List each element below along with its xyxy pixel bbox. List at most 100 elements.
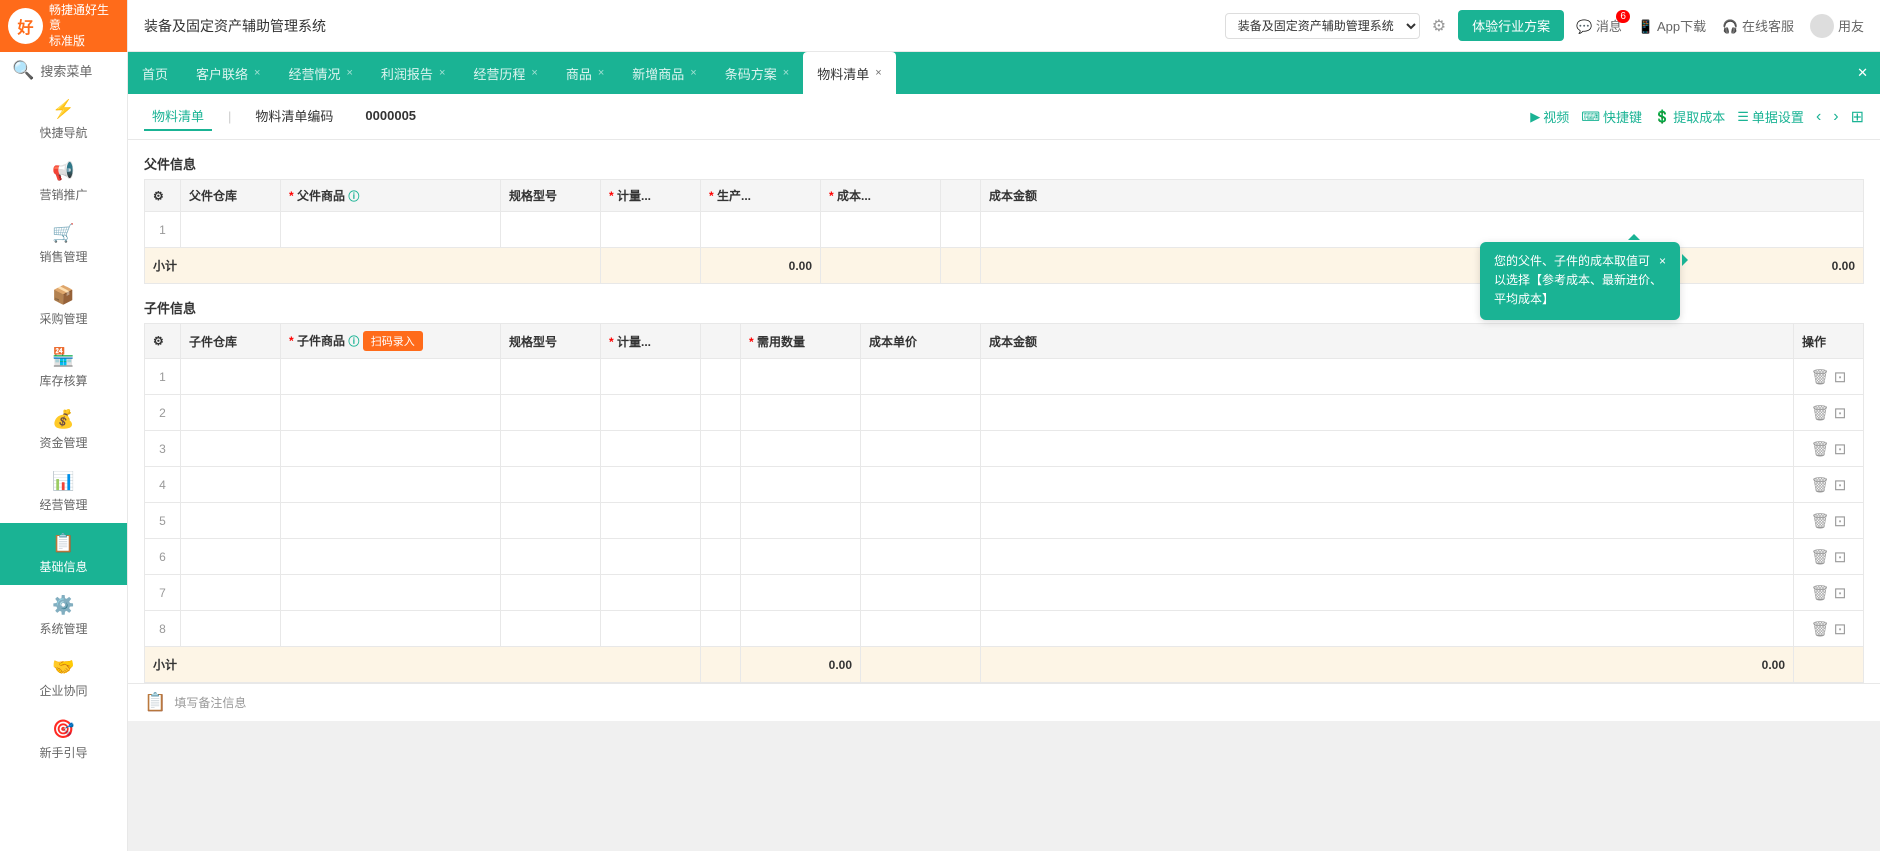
- child-spec-cell[interactable]: [501, 395, 601, 431]
- child-unit-cost-cell[interactable]: [861, 575, 981, 611]
- single-settings-btn[interactable]: ☰ 单据设置: [1737, 107, 1804, 126]
- delete-icon[interactable]: 🗑: [1811, 548, 1830, 566]
- sidebar-item-quick-nav[interactable]: ⚡ 快捷导航: [0, 89, 127, 151]
- child-warehouse-cell[interactable]: [181, 359, 281, 395]
- child-product-cell[interactable]: [281, 467, 501, 503]
- sidebar-item-system[interactable]: ⚙️ 系统管理: [0, 585, 127, 647]
- child-spec-cell[interactable]: [501, 575, 601, 611]
- app-download-btn[interactable]: 📱 App下载: [1638, 16, 1706, 35]
- child-product-cell[interactable]: [281, 611, 501, 647]
- tab-business-history-close[interactable]: ×: [531, 67, 537, 79]
- child-needed-qty-cell[interactable]: [741, 575, 861, 611]
- copy-icon[interactable]: ⊡: [1834, 512, 1847, 530]
- messages-btn[interactable]: 💬 消息 6: [1576, 16, 1622, 35]
- copy-icon[interactable]: ⊡: [1834, 404, 1847, 422]
- child-spec-cell[interactable]: [501, 611, 601, 647]
- sidebar-item-marketing[interactable]: 📢 营销推广: [0, 151, 127, 213]
- child-needed-qty-cell[interactable]: [741, 359, 861, 395]
- delete-icon[interactable]: 🗑: [1811, 404, 1830, 422]
- child-warehouse-cell[interactable]: [181, 539, 281, 575]
- child-qty-unit-cell[interactable]: [601, 431, 701, 467]
- child-qty-unit-cell[interactable]: [601, 359, 701, 395]
- copy-icon[interactable]: ⊡: [1834, 620, 1847, 638]
- child-needed-qty-cell[interactable]: [741, 611, 861, 647]
- sidebar-item-guide[interactable]: 🎯 新手引导: [0, 709, 127, 771]
- child-unit-cost-cell[interactable]: [861, 611, 981, 647]
- child-unit-cost-cell[interactable]: [861, 467, 981, 503]
- sidebar-item-finance[interactable]: 💰 资金管理: [0, 399, 127, 461]
- child-unit-cost-cell[interactable]: [861, 395, 981, 431]
- tab-bom-close[interactable]: ×: [875, 67, 881, 79]
- sidebar-item-basic-info[interactable]: 📋 基础信息: [0, 523, 127, 585]
- tab-home[interactable]: 首页: [128, 52, 182, 94]
- copy-icon[interactable]: ⊡: [1834, 476, 1847, 494]
- tab-customers-close[interactable]: ×: [254, 67, 260, 79]
- child-qty-unit-cell[interactable]: [601, 539, 701, 575]
- parent-qty-unit-cell[interactable]: [601, 212, 701, 248]
- child-qty-unit-cell[interactable]: [601, 395, 701, 431]
- parent-product-cell[interactable]: [281, 212, 501, 248]
- tab-customers[interactable]: 客户联络 ×: [182, 52, 274, 94]
- child-warehouse-cell[interactable]: [181, 431, 281, 467]
- child-qty-unit-cell[interactable]: [601, 611, 701, 647]
- child-warehouse-cell[interactable]: [181, 395, 281, 431]
- delete-icon[interactable]: 🗑: [1811, 476, 1830, 494]
- sub-tab-bom-list[interactable]: 物料清单: [144, 102, 212, 131]
- nav-prev-btn[interactable]: ‹: [1816, 108, 1821, 126]
- child-warehouse-cell[interactable]: [181, 467, 281, 503]
- child-spec-cell[interactable]: [501, 359, 601, 395]
- tab-business-status[interactable]: 经营情况 ×: [274, 52, 366, 94]
- child-product-cell[interactable]: [281, 359, 501, 395]
- child-warehouse-cell[interactable]: [181, 503, 281, 539]
- sidebar-item-inventory[interactable]: 🏪 库存核算: [0, 337, 127, 399]
- tooltip-close-btn[interactable]: ×: [1659, 252, 1666, 271]
- extract-cost-btn[interactable]: 💲 提取成本: [1654, 107, 1725, 126]
- sidebar-item-search[interactable]: 🔍 搜索菜单: [0, 52, 127, 89]
- delete-icon[interactable]: 🗑: [1811, 512, 1830, 530]
- child-spec-cell[interactable]: [501, 503, 601, 539]
- child-qty-unit-cell[interactable]: [601, 467, 701, 503]
- parent-cost-cell[interactable]: [821, 212, 941, 248]
- user-avatar[interactable]: 用友: [1810, 14, 1864, 38]
- delete-icon[interactable]: 🗑: [1811, 584, 1830, 602]
- child-product-cell[interactable]: [281, 431, 501, 467]
- tab-new-product[interactable]: 新增商品 ×: [618, 52, 710, 94]
- parent-spec-cell[interactable]: [501, 212, 601, 248]
- grid-view-btn[interactable]: ⊞: [1851, 107, 1864, 127]
- child-unit-cost-cell[interactable]: [861, 431, 981, 467]
- sidebar-item-cooperation[interactable]: 🤝 企业协同: [0, 647, 127, 709]
- child-warehouse-cell[interactable]: [181, 575, 281, 611]
- child-spec-cell[interactable]: [501, 539, 601, 575]
- copy-icon[interactable]: ⊡: [1834, 548, 1847, 566]
- child-product-cell[interactable]: [281, 503, 501, 539]
- tab-products-close[interactable]: ×: [598, 67, 604, 79]
- child-needed-qty-cell[interactable]: [741, 503, 861, 539]
- child-product-cell[interactable]: [281, 539, 501, 575]
- child-qty-unit-cell[interactable]: [601, 503, 701, 539]
- child-unit-cost-cell[interactable]: [861, 359, 981, 395]
- shortcut-btn[interactable]: ⌨ 快捷键: [1581, 107, 1642, 126]
- parent-warehouse-cell[interactable]: [181, 212, 281, 248]
- child-qty-unit-cell[interactable]: [601, 575, 701, 611]
- copy-icon[interactable]: ⊡: [1834, 584, 1847, 602]
- delete-icon[interactable]: 🗑: [1811, 368, 1830, 386]
- tab-business-status-close[interactable]: ×: [346, 67, 352, 79]
- tab-profit-report-close[interactable]: ×: [439, 67, 445, 79]
- child-warehouse-cell[interactable]: [181, 611, 281, 647]
- child-unit-cost-cell[interactable]: [861, 503, 981, 539]
- tab-new-product-close[interactable]: ×: [690, 67, 696, 79]
- child-unit-cost-cell[interactable]: [861, 539, 981, 575]
- scan-btn[interactable]: 扫码录入: [363, 331, 423, 351]
- copy-icon[interactable]: ⊡: [1834, 368, 1847, 386]
- tab-business-history[interactable]: 经营历程 ×: [459, 52, 551, 94]
- view-video-btn[interactable]: ▶ 视频: [1530, 107, 1569, 126]
- child-spec-cell[interactable]: [501, 431, 601, 467]
- trial-btn[interactable]: 体验行业方案: [1458, 10, 1564, 41]
- parent-production-cell[interactable]: [701, 212, 821, 248]
- tab-barcode[interactable]: 条码方案 ×: [711, 52, 803, 94]
- online-service-btn[interactable]: 🎧 在线客服: [1722, 16, 1794, 35]
- sidebar-item-sales[interactable]: 🛒 销售管理: [0, 213, 127, 275]
- copy-icon[interactable]: ⊡: [1834, 440, 1847, 458]
- sub-tab-bom-code-label[interactable]: 物料清单编码: [247, 102, 341, 131]
- sidebar-item-purchase[interactable]: 📦 采购管理: [0, 275, 127, 337]
